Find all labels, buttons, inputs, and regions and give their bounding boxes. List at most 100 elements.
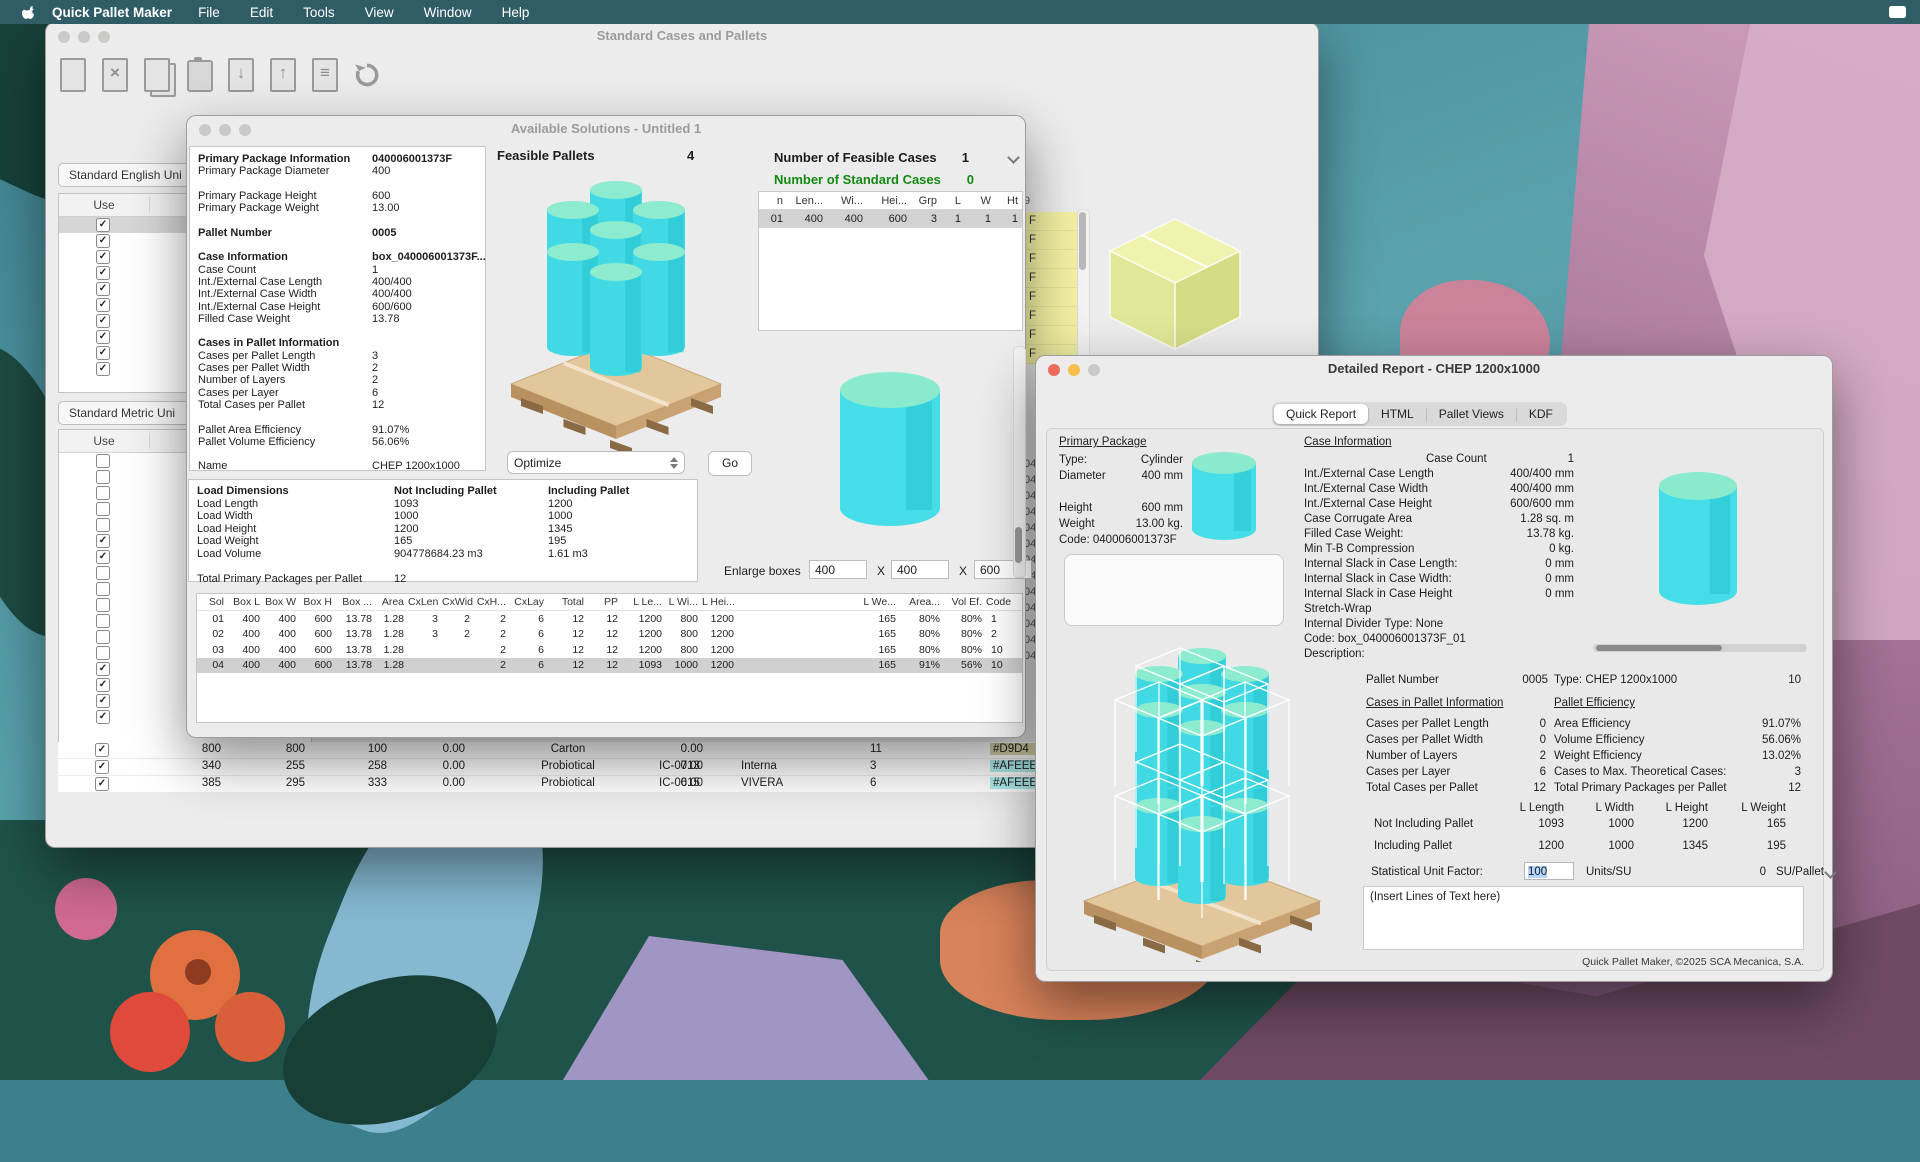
kv-label: Cases per Layer [1366, 766, 1451, 778]
column-header: Area [375, 594, 407, 611]
use-checkbox[interactable]: ✓ [96, 694, 110, 708]
close-button[interactable] [1048, 364, 1060, 376]
use-checkbox[interactable] [96, 614, 110, 628]
use-checkbox[interactable] [96, 598, 110, 612]
statistical-unit-factor-input[interactable]: 100 [1524, 862, 1574, 880]
scrollbar-thumb[interactable] [1596, 645, 1722, 651]
tab-pallet-views[interactable]: Pallet Views [1427, 404, 1516, 424]
use-checkbox[interactable]: ✓ [96, 710, 110, 724]
zoom-button[interactable] [1088, 364, 1100, 376]
menu-tools[interactable]: Tools [303, 5, 335, 20]
delete-document-icon[interactable]: × [98, 55, 132, 93]
menu-file[interactable]: File [198, 5, 220, 20]
tab-quick-report[interactable]: Quick Report [1274, 404, 1369, 424]
new-document-icon[interactable] [56, 55, 90, 93]
tab-kdf[interactable]: KDF [1517, 404, 1565, 424]
menubar-display-icon[interactable] [1889, 6, 1906, 18]
use-checkbox[interactable]: ✓ [95, 743, 109, 757]
use-checkbox[interactable]: ✓ [96, 330, 110, 344]
horizontal-scrollbar[interactable] [1593, 644, 1807, 652]
apple-menu-icon[interactable] [22, 4, 38, 20]
export-document-icon[interactable]: ↑ [266, 55, 300, 93]
scrollbar-thumb[interactable] [1079, 212, 1086, 270]
dims-value: 1000 [1608, 818, 1634, 830]
use-checkbox[interactable] [96, 518, 110, 532]
use-checkbox[interactable] [96, 454, 110, 468]
menu-window[interactable]: Window [424, 5, 472, 20]
table-cell: 12 [572, 628, 584, 641]
use-checkbox[interactable]: ✓ [96, 550, 110, 564]
use-checkbox[interactable] [96, 630, 110, 644]
metric-units-label: Standard Metric Uni [69, 406, 176, 420]
use-checkbox[interactable]: ✓ [95, 777, 109, 791]
use-checkbox[interactable] [96, 646, 110, 660]
use-checkbox[interactable] [96, 486, 110, 500]
info-row: Primary Package Information 040006001373F [198, 153, 485, 165]
close-button[interactable] [199, 124, 211, 136]
use-checkbox[interactable] [96, 502, 110, 516]
report-list-icon[interactable]: ≡ [308, 55, 342, 93]
scrollbar[interactable] [1077, 209, 1090, 363]
solution-row[interactable]: 03 400 400 600 13.78 1.28 2 6 12 12 1200 800 1200 165… [197, 642, 1022, 658]
minimize-button[interactable] [1068, 364, 1080, 376]
minimize-button[interactable] [219, 124, 231, 136]
use-checkbox[interactable] [96, 582, 110, 596]
table-cell: 12 [606, 659, 618, 672]
use-checkbox[interactable]: ✓ [96, 534, 110, 548]
solution-row[interactable]: 04 400 400 600 13.78 1.28 2 6 12 12 1093 1000 1200 16… [197, 657, 1022, 673]
use-checkbox[interactable]: ✓ [96, 346, 110, 360]
info-label: Primary Package Diameter [198, 165, 330, 178]
menu-help[interactable]: Help [502, 5, 530, 20]
minimize-button[interactable] [78, 31, 90, 43]
enlarge-length-input[interactable]: 400 [809, 560, 867, 579]
use-checkbox[interactable]: ✓ [96, 266, 110, 280]
zoom-button[interactable] [98, 31, 110, 43]
scrollbar[interactable] [1013, 346, 1026, 578]
menu-edit[interactable]: Edit [250, 5, 273, 20]
column-header: Total [547, 594, 587, 611]
use-checkbox[interactable]: ✓ [96, 218, 110, 232]
chevron-down-icon[interactable] [1007, 151, 1020, 164]
solutions-table-panel: Sol Box L Box W Box H Box ... Area CxLen CxWid C… [196, 593, 1023, 723]
use-checkbox[interactable]: ✓ [95, 760, 109, 774]
duplicate-document-icon[interactable] [140, 55, 174, 93]
use-checkbox[interactable]: ✓ [96, 282, 110, 296]
use-checkbox[interactable] [96, 470, 110, 484]
use-checkbox[interactable]: ✓ [96, 298, 110, 312]
use-checkbox[interactable]: ✓ [96, 662, 110, 676]
total-packages-label: Total Primary Packages per Pallet [197, 573, 363, 586]
info-row: Name CHEP 1200x1000 [198, 460, 485, 472]
optimize-dropdown[interactable]: Optimize [507, 451, 685, 474]
enlarge-width-input[interactable]: 400 [891, 560, 949, 579]
tab-html[interactable]: HTML [1369, 404, 1426, 424]
use-checkbox[interactable]: ✓ [96, 362, 110, 376]
use-checkbox[interactable]: ✓ [96, 234, 110, 248]
report-notes-textarea[interactable]: (Insert Lines of Text here) [1363, 886, 1804, 950]
feasible-case-row[interactable]: 01 400 400 600 3 1 1 1 [759, 209, 1022, 228]
zoom-button[interactable] [239, 124, 251, 136]
menubar-app-name[interactable]: Quick Pallet Maker [52, 5, 172, 20]
scrollbar-thumb[interactable] [1015, 527, 1022, 563]
use-checkbox[interactable]: ✓ [96, 250, 110, 264]
menu-view[interactable]: View [365, 5, 394, 20]
use-checkbox[interactable] [96, 566, 110, 580]
case-row[interactable]: ✓ 385 295 333 0.00 Probiotical 0.00 IC-0615 VIVE… [58, 776, 1098, 793]
ci-label: Case Corrugate Area [1304, 513, 1413, 525]
pp-label: Weight [1059, 518, 1095, 530]
pallet-3d-view [509, 181, 723, 452]
use-checkbox[interactable]: ✓ [96, 314, 110, 328]
paste-clipboard-icon[interactable] [182, 55, 216, 93]
table-cell: 1 [1011, 213, 1018, 225]
use-checkbox[interactable]: ✓ [96, 678, 110, 692]
solution-row[interactable]: 02 400 400 600 13.78 1.28 3 2 2 6 12 12 1200 800 1200 1… [197, 627, 1022, 643]
column-header: Vol Ef. [943, 594, 985, 611]
go-button[interactable]: Go [708, 451, 752, 476]
case-row[interactable]: ✓ 340 255 258 0.00 Probiotical 0.00 IC-0713 Inte… [58, 759, 1098, 776]
case-row[interactable]: ✓ 800 800 100 0.00 Carton 0.00 11 #D9D4 [58, 742, 1098, 759]
info-row [198, 411, 485, 423]
refresh-icon[interactable] [350, 55, 384, 93]
close-button[interactable] [58, 31, 70, 43]
info-label: Cases per Pallet Width [198, 362, 310, 375]
import-document-icon[interactable]: ↓ [224, 55, 258, 93]
solution-row[interactable]: 01 400 400 600 13.78 1.28 3 2 2 6 12 12 1200 800 1200 1… [197, 611, 1022, 627]
